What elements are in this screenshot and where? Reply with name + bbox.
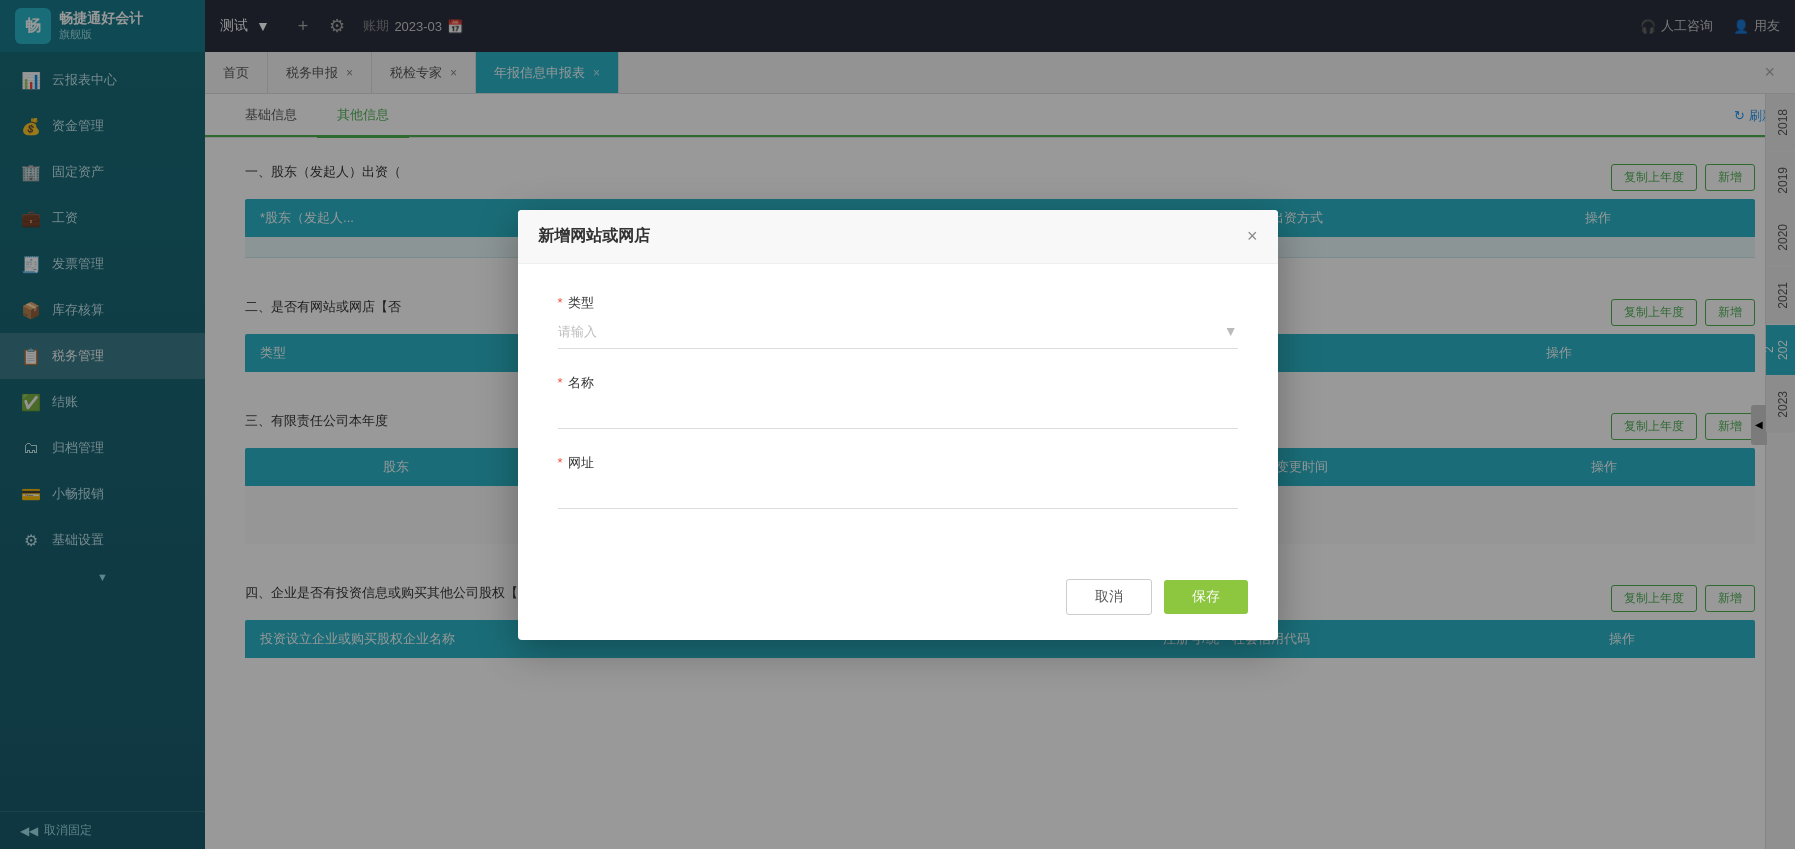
modal-field-name: * 名称 bbox=[558, 374, 1238, 429]
type-dropdown-icon[interactable]: ▼ bbox=[1224, 323, 1238, 339]
name-input[interactable] bbox=[558, 400, 1238, 423]
modal-close-button[interactable]: × bbox=[1247, 226, 1258, 247]
modal-body: * 类型 ▼ * 名称 * bbox=[518, 264, 1278, 564]
url-input[interactable] bbox=[558, 480, 1238, 503]
cancel-button[interactable]: 取消 bbox=[1066, 579, 1152, 615]
modal-field-type: * 类型 ▼ bbox=[558, 294, 1238, 349]
modal-header: 新增网站或网店 × bbox=[518, 210, 1278, 264]
modal-overlay: 新增网站或网店 × * 类型 ▼ * 名称 bbox=[0, 0, 1795, 849]
modal-footer: 取消 保存 bbox=[518, 564, 1278, 640]
modal-title: 新增网站或网店 bbox=[538, 226, 650, 247]
type-input[interactable] bbox=[558, 320, 1224, 343]
modal-field-url: * 网址 bbox=[558, 454, 1238, 509]
save-button[interactable]: 保存 bbox=[1164, 580, 1248, 614]
modal-add-website: 新增网站或网店 × * 类型 ▼ * 名称 bbox=[518, 210, 1278, 640]
